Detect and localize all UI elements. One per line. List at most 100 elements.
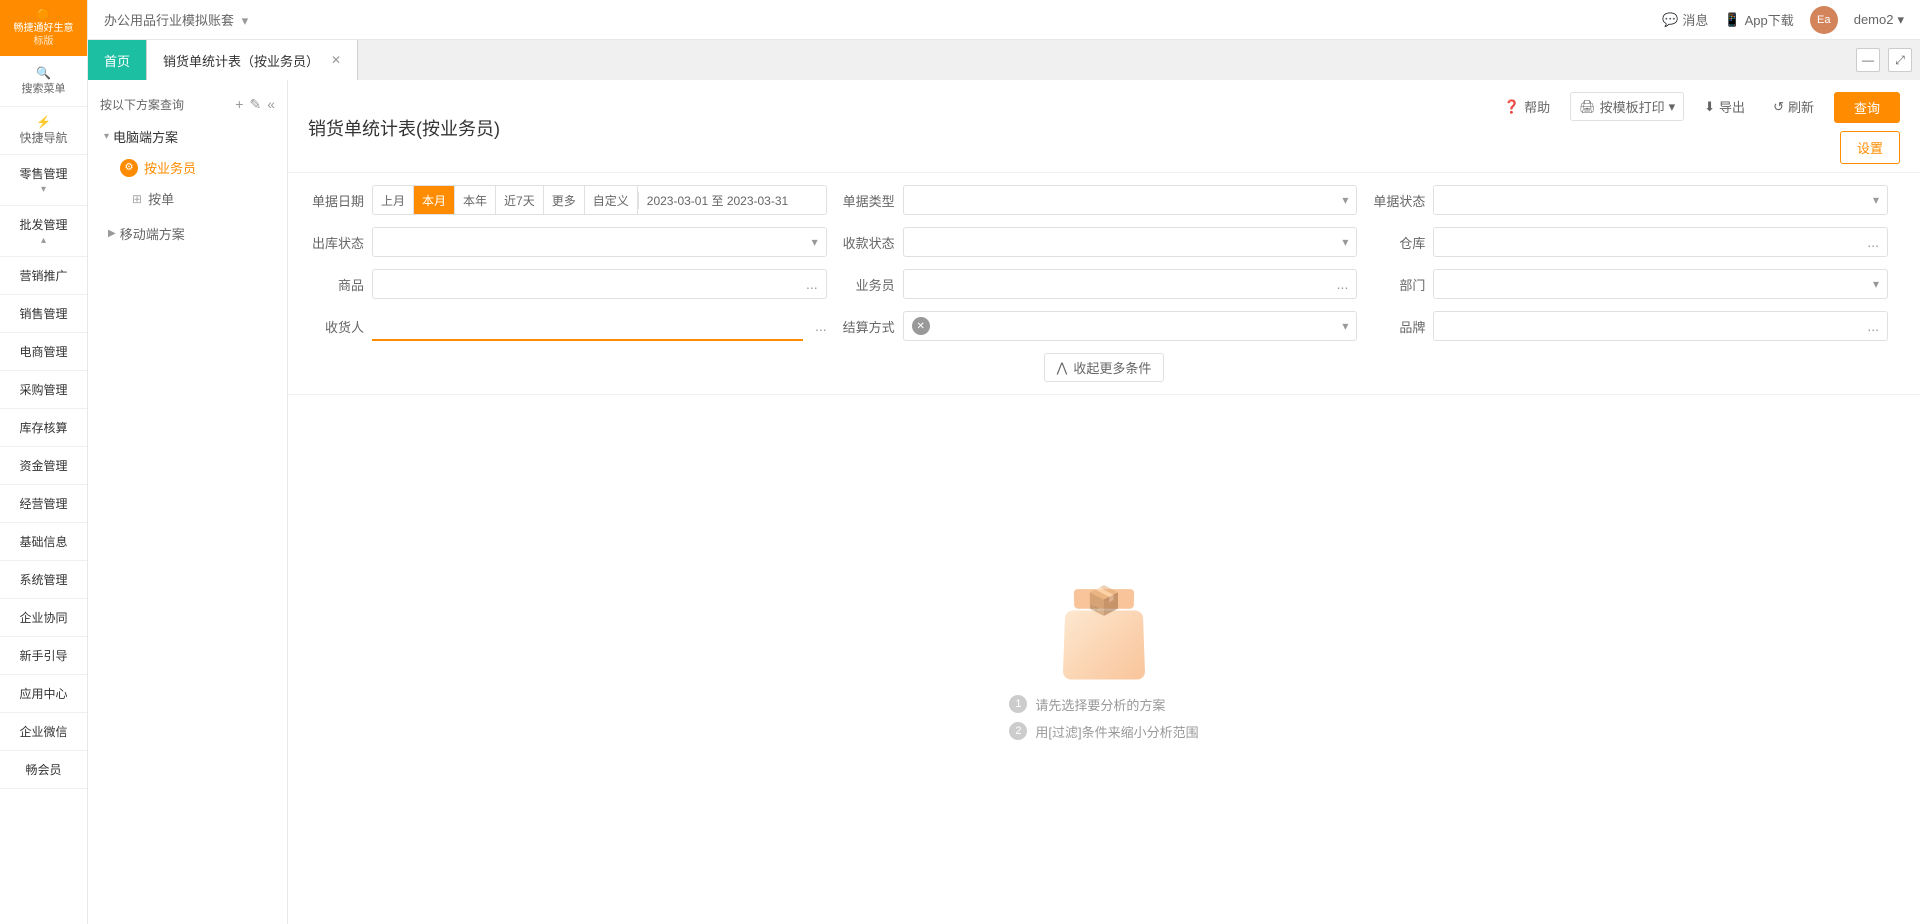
goods-select[interactable]: ... <box>372 269 827 299</box>
outstatus-select[interactable]: ▾ <box>372 227 827 257</box>
filter-row-1: 单据日期 上月 本月 本年 近7天 <box>308 185 1900 215</box>
receiptstatus-select[interactable]: ▾ <box>903 227 1358 257</box>
sidebar-lingshuo[interactable]: 零售管理 ▾ <box>0 155 87 206</box>
download-icon: 📱 <box>1724 12 1740 28</box>
collapse-filters-btn[interactable]: ⋀ 收起更多条件 <box>1044 353 1165 382</box>
logo-sub: 标版 <box>4 35 83 48</box>
plan-subitem-order[interactable]: ⊞ 按单 <box>96 183 279 214</box>
pifa-arrow: ▴ <box>41 235 46 246</box>
sidebar-caigou[interactable]: 采购管理 <box>0 371 87 409</box>
suite-dropdown-arrow: ▾ <box>242 13 249 28</box>
pc-plan-group-header[interactable]: ▾ 电脑端方案 <box>96 121 279 152</box>
sidebar-zijin[interactable]: 资金管理 <box>0 447 87 485</box>
dept-select[interactable]: ▾ <box>1433 269 1888 299</box>
date-this-year[interactable]: 本年 <box>455 186 496 214</box>
empty-tip-2: 2 用[过滤]条件来缩小分析范围 <box>1009 722 1198 741</box>
sidebar-search[interactable]: 🔍 按以下方案查询 搜索菜单 <box>0 56 87 107</box>
tab-home[interactable]: 首页 <box>88 40 147 80</box>
docstatus-select[interactable]: ▾ <box>1433 185 1888 215</box>
left-panel-actions: + ✎ « <box>235 96 275 113</box>
user-avatar[interactable]: Ea <box>1810 6 1838 34</box>
doctype-arrow: ▾ <box>1342 193 1348 207</box>
outstatus-arrow: ▾ <box>812 235 818 249</box>
outstatus-label: 出库状态 <box>308 233 364 252</box>
edit-plan-btn[interactable]: ✎ <box>249 96 261 113</box>
plan-item-salesperson[interactable]: ⚙ 按业务员 <box>96 152 279 183</box>
date-this-month[interactable]: 本月 <box>414 186 455 214</box>
salesperson-select[interactable]: ... <box>903 269 1358 299</box>
sidebar: 🟠 畅捷通好生意 标版 🔍 按以下方案查询 搜索菜单 ⚡ 快捷导航 零售管理 ▾… <box>0 0 88 924</box>
tab-maximize-btn[interactable]: ⤢ <box>1888 48 1912 72</box>
tab-minimize-btn[interactable]: — <box>1856 48 1880 72</box>
settlement-clear-btn[interactable]: ✕ <box>912 317 930 335</box>
date-custom[interactable]: 自定义 <box>585 186 638 214</box>
collapse-panel-btn[interactable]: « <box>267 96 275 113</box>
sidebar-xitong[interactable]: 系统管理 <box>0 561 87 599</box>
sidebar-yingyong[interactable]: 应用中心 <box>0 675 87 713</box>
collapse-icon: ⋀ <box>1057 360 1068 376</box>
brand-select[interactable]: ... <box>1433 311 1888 341</box>
salesperson-dots[interactable]: ... <box>1337 276 1349 292</box>
docstatus-label: 单据状态 <box>1369 191 1425 210</box>
doctype-label: 单据类型 <box>839 191 895 210</box>
settlement-select[interactable]: ✕ ▾ <box>903 311 1358 341</box>
date-more[interactable]: 更多 <box>544 186 585 214</box>
empty-state: 📦 1 请先选择要分析的方案 2 用[过滤]条件来缩小分析范围 <box>288 395 1920 924</box>
username-label[interactable]: demo2 ▾ <box>1854 12 1904 28</box>
brand-dots[interactable]: ... <box>1867 318 1879 334</box>
sidebar-pifa[interactable]: 批发管理 ▴ <box>0 206 87 257</box>
date-last-month[interactable]: 上月 <box>373 186 414 214</box>
print-btn[interactable]: 🖨 按模板打印 ▾ <box>1570 92 1684 121</box>
add-plan-btn[interactable]: + <box>235 96 243 113</box>
sidebar-jichu[interactable]: 基础信息 <box>0 523 87 561</box>
filter-dept-group: 部门 ▾ <box>1369 269 1900 299</box>
sidebar-xiaoshou[interactable]: 销售管理 <box>0 295 87 333</box>
filter-row-4: 收货人 ... 结算方式 ✕ ▾ 品牌 <box>308 311 1900 341</box>
settings-button[interactable]: 设置 <box>1840 131 1900 164</box>
right-panel: 销货单统计表(按业务员) ❓ 帮助 🖨 按模板打印 ▾ ⬇ <box>288 80 1920 924</box>
kuaijie-icon: ⚡ <box>0 115 87 129</box>
content-area: 按以下方案查询 + ✎ « ▾ 电脑端方案 ⚙ 按业务员 <box>88 80 1920 924</box>
sidebar-yingxiao[interactable]: 营销推广 <box>0 257 87 295</box>
sidebar-qiye[interactable]: 企业协同 <box>0 599 87 637</box>
message-btn[interactable]: 💬 消息 <box>1662 10 1708 29</box>
date-label: 单据日期 <box>308 191 364 210</box>
header-right-actions: 查询 设置 <box>1834 92 1900 164</box>
search-label-short: 搜索菜单 <box>0 80 87 96</box>
mobile-group-expand-icon: ▶ <box>108 228 116 239</box>
sidebar-kuaijie[interactable]: ⚡ 快捷导航 <box>0 107 87 155</box>
topbar-right: 💬 消息 📱 App下载 Ea demo2 ▾ <box>1662 6 1904 34</box>
salesperson-plan-icon: ⚙ <box>120 159 138 177</box>
help-btn[interactable]: ❓ 帮助 <box>1496 93 1558 120</box>
receiptstatus-label: 收款状态 <box>839 233 895 252</box>
sidebar-xinshou[interactable]: 新手引导 <box>0 637 87 675</box>
app-download-btn[interactable]: 📱 App下载 <box>1724 10 1793 29</box>
doctype-select[interactable]: ▾ <box>903 185 1358 215</box>
warehouse-label: 仓库 <box>1369 233 1425 252</box>
sidebar-jingying[interactable]: 经营管理 <box>0 485 87 523</box>
pc-plan-group: ▾ 电脑端方案 ⚙ 按业务员 ⊞ 按单 <box>96 121 279 214</box>
filter-brand-group: 品牌 ... <box>1369 311 1900 341</box>
filter-consignee-group: 收货人 ... <box>308 311 839 341</box>
main: 办公用品行业模拟账套 ▾ 💬 消息 📱 App下载 Ea demo2 ▾ 首页 <box>88 0 1920 924</box>
query-button[interactable]: 查询 <box>1834 92 1900 123</box>
sidebar-changhui[interactable]: 畅会员 <box>0 751 87 789</box>
date-7days[interactable]: 近7天 <box>496 186 544 214</box>
warehouse-select[interactable]: ... <box>1433 227 1888 257</box>
tab-close-btn[interactable]: ✕ <box>331 53 341 67</box>
tab-sales-stats[interactable]: 销货单统计表（按业务员） ✕ <box>147 40 358 80</box>
consignee-input[interactable] <box>372 311 803 341</box>
sidebar-kucun[interactable]: 库存核算 <box>0 409 87 447</box>
logo-text: 畅捷通好生意 <box>4 22 83 35</box>
refresh-btn[interactable]: ↺ 刷新 <box>1765 93 1822 120</box>
consignee-dots[interactable]: ... <box>815 318 827 334</box>
warehouse-dots[interactable]: ... <box>1867 234 1879 250</box>
mobile-plan-group-header[interactable]: ▶ 移动端方案 <box>96 218 279 249</box>
export-btn[interactable]: ⬇ 导出 <box>1696 93 1753 120</box>
sidebar-qiyeweixin[interactable]: 企业微信 <box>0 713 87 751</box>
date-range-display: 2023-03-01 至 2023-03-31 <box>638 192 796 209</box>
sidebar-dianshang[interactable]: 电商管理 <box>0 333 87 371</box>
sidebar-logo[interactable]: 🟠 畅捷通好生意 标版 <box>0 0 87 56</box>
topbar-suite-title[interactable]: 办公用品行业模拟账套 ▾ <box>104 10 248 29</box>
goods-dots[interactable]: ... <box>806 276 818 292</box>
